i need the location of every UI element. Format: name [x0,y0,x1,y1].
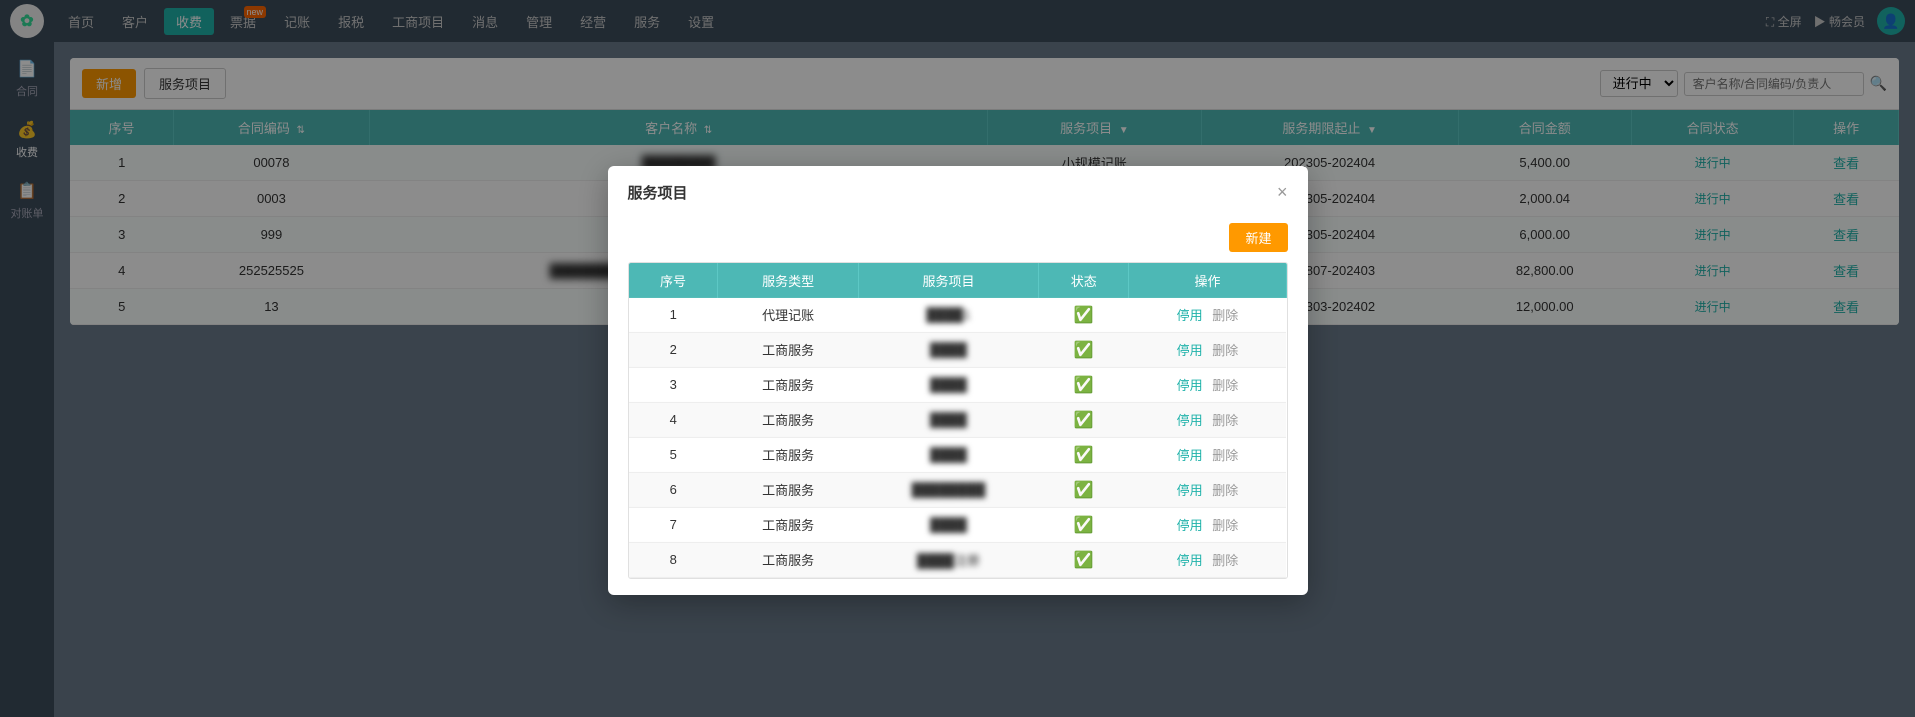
service-modal: 服务项目 × 新建 序号 服务类型 服务项目 状态 操作 1 代 [608,165,1308,594]
modal-cell-type: 工商服务 [718,437,858,472]
modal-col-seq: 序号 [629,262,718,297]
modal-cell-item: ████████ [858,472,1038,507]
modal-table-row: 1 代理记账 ████1 ✅ 停用 删除 [629,297,1287,332]
modal-cell-seq: 4 [629,402,718,437]
delete-btn[interactable]: 删除 [1212,448,1238,463]
modal-cell-action[interactable]: 停用 删除 [1129,437,1286,472]
delete-btn[interactable]: 删除 [1212,553,1238,568]
modal-cell-item: ████ [858,507,1038,542]
modal-cell-type: 工商服务 [718,542,858,577]
modal-table-row: 8 工商服务 ████注册 ✅ 停用 删除 [629,542,1287,577]
modal-cell-item: ████ [858,367,1038,402]
modal-cell-type: 代理记账 [718,297,858,332]
modal-cell-type: 工商服务 [718,402,858,437]
modal-table-row: 2 工商服务 ████ ✅ 停用 删除 [629,332,1287,367]
delete-btn[interactable]: 删除 [1212,308,1238,323]
delete-btn[interactable]: 删除 [1212,483,1238,498]
modal-cell-action[interactable]: 停用 删除 [1129,367,1286,402]
modal-table-row: 5 工商服务 ████ ✅ 停用 删除 [629,437,1287,472]
modal-table-row: 4 工商服务 ████ ✅ 停用 删除 [629,402,1287,437]
modal-cell-status: ✅ [1039,367,1129,402]
modal-cell-seq: 8 [629,542,718,577]
modal-cell-action[interactable]: 停用 删除 [1129,402,1286,437]
modal-cell-type: 工商服务 [718,507,858,542]
modal-cell-seq: 7 [629,507,718,542]
modal-cell-type: 工商服务 [718,367,858,402]
modal-cell-action[interactable]: 停用 删除 [1129,507,1286,542]
modal-new-button[interactable]: 新建 [1229,222,1287,251]
stop-btn[interactable]: 停用 [1177,378,1203,393]
modal-cell-status: ✅ [1039,402,1129,437]
modal-cell-item: ████ [858,332,1038,367]
delete-btn[interactable]: 删除 [1212,413,1238,428]
stop-btn[interactable]: 停用 [1177,448,1203,463]
modal-table-wrap[interactable]: 序号 服务类型 服务项目 状态 操作 1 代理记账 ████1 ✅ 停用 删除 … [628,261,1288,578]
delete-btn[interactable]: 删除 [1212,378,1238,393]
modal-cell-seq: 1 [629,297,718,332]
stop-btn[interactable]: 停用 [1177,483,1203,498]
modal-cell-seq: 5 [629,437,718,472]
modal-close-button[interactable]: × [1277,183,1288,201]
stop-btn[interactable]: 停用 [1177,413,1203,428]
modal-cell-status: ✅ [1039,507,1129,542]
delete-btn[interactable]: 删除 [1212,343,1238,358]
modal-cell-action[interactable]: 停用 删除 [1129,297,1286,332]
modal-cell-action[interactable]: 停用 删除 [1129,472,1286,507]
modal-cell-status: ✅ [1039,332,1129,367]
stop-btn[interactable]: 停用 [1177,518,1203,533]
modal-body: 新建 序号 服务类型 服务项目 状态 操作 1 代理记账 ████1 ✅ [608,210,1308,594]
modal-toolbar: 新建 [628,222,1288,251]
modal-cell-item: ████1 [858,297,1038,332]
modal-col-action: 操作 [1129,262,1286,297]
modal-cell-type: 工商服务 [718,332,858,367]
modal-col-item: 服务项目 [858,262,1038,297]
modal-cell-seq: 2 [629,332,718,367]
modal-col-status: 状态 [1039,262,1129,297]
modal-cell-status: ✅ [1039,437,1129,472]
modal-cell-item: ████ [858,402,1038,437]
modal-header: 服务项目 × [608,165,1308,210]
modal-col-type: 服务类型 [718,262,858,297]
modal-cell-status: ✅ [1039,297,1129,332]
delete-btn[interactable]: 删除 [1212,518,1238,533]
modal-cell-type: 工商服务 [718,472,858,507]
modal-table-row: 3 工商服务 ████ ✅ 停用 删除 [629,367,1287,402]
modal-cell-status: ✅ [1039,542,1129,577]
modal-cell-item: ████ [858,437,1038,472]
service-items-table: 序号 服务类型 服务项目 状态 操作 1 代理记账 ████1 ✅ 停用 删除 … [629,262,1287,577]
modal-cell-action[interactable]: 停用 删除 [1129,332,1286,367]
stop-btn[interactable]: 停用 [1177,308,1203,323]
stop-btn[interactable]: 停用 [1177,343,1203,358]
modal-cell-status: ✅ [1039,472,1129,507]
modal-table-row: 6 工商服务 ████████ ✅ 停用 删除 [629,472,1287,507]
modal-cell-seq: 3 [629,367,718,402]
modal-cell-item: ████注册 [858,542,1038,577]
modal-table-row: 7 工商服务 ████ ✅ 停用 删除 [629,507,1287,542]
modal-cell-seq: 6 [629,472,718,507]
stop-btn[interactable]: 停用 [1177,553,1203,568]
modal-title: 服务项目 [628,181,688,202]
modal-cell-action[interactable]: 停用 删除 [1129,542,1286,577]
